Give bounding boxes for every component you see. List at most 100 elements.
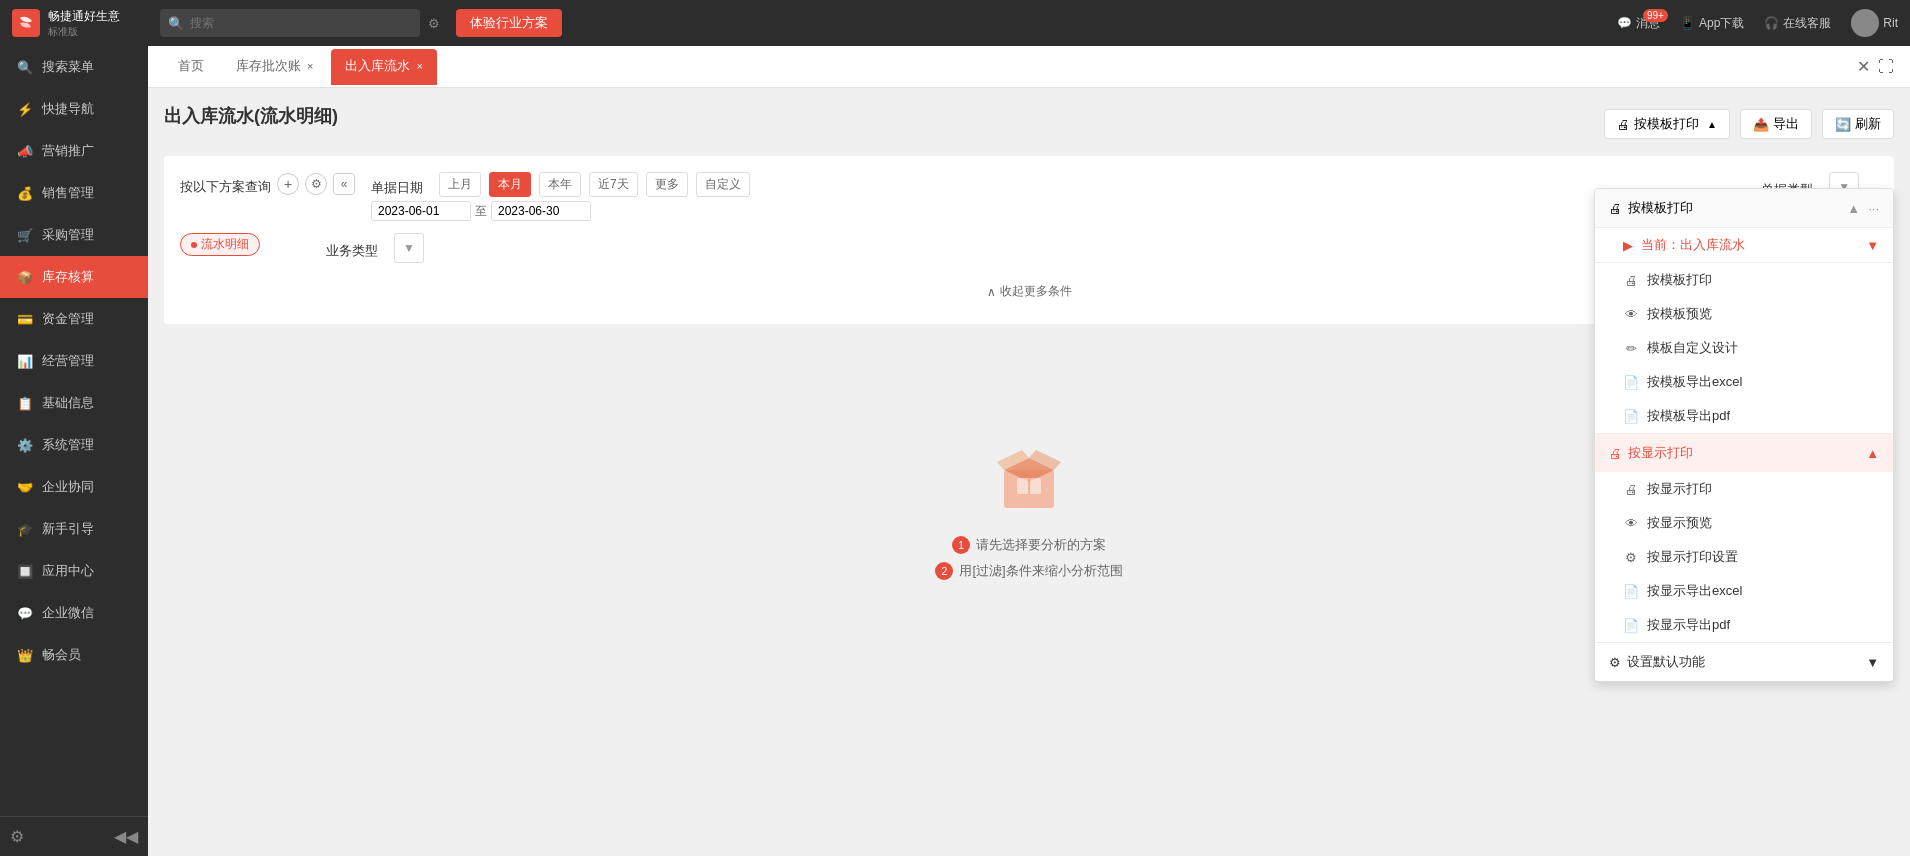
date-btn-custom[interactable]: 自定义 [696, 172, 750, 197]
marketing-icon: 📣 [16, 142, 34, 160]
template-pdf-label: 按模板导出pdf [1647, 407, 1730, 425]
sidebar-item-guide[interactable]: 🎓 新手引导 [0, 508, 148, 550]
logo-text-block: 畅捷通好生意 标准版 [48, 8, 120, 39]
sidebar-item-search[interactable]: 🔍 搜索菜单 [0, 46, 148, 88]
print-icon: 🖨 [1617, 117, 1630, 132]
filter-collapse-btn[interactable]: « [333, 173, 355, 195]
date-btn-this-year[interactable]: 本年 [539, 172, 581, 197]
filter-setting-btn[interactable]: ⚙ [305, 173, 327, 195]
main-layout: 🔍 搜索菜单 ⚡ 快捷导航 📣 营销推广 💰 销售管理 🛒 采购管理 📦 库存核… [0, 46, 1910, 856]
empty-icon [989, 440, 1069, 520]
footer-gear-icon: ⚙ [1609, 655, 1621, 670]
dropdown-template-preview[interactable]: 👁 按模板预览 [1595, 297, 1893, 331]
sidebar-item-inventory[interactable]: 📦 库存核算 [0, 256, 148, 298]
biz-type-select[interactable]: ▼ [394, 233, 424, 263]
sidebar-label-basic: 基础信息 [42, 394, 94, 412]
tag-label-text: 流水明细 [201, 236, 249, 253]
sidebar-item-finance[interactable]: 💳 资金管理 [0, 298, 148, 340]
dropdown-display-excel[interactable]: 📄 按显示导出excel [1595, 574, 1893, 608]
dropdown-section1: 🖨 按模板打印 👁 按模板预览 ✏ 模板自定义设计 📄 按模板导出excel [1595, 263, 1893, 434]
dropdown-display-settings[interactable]: ⚙ 按显示打印设置 [1595, 540, 1893, 574]
wechat-icon: 💬 [16, 604, 34, 622]
trial-btn[interactable]: 体验行业方案 [456, 9, 562, 37]
dropdown-title: 按模板打印 [1628, 199, 1693, 217]
dropdown-template-excel[interactable]: 📄 按模板导出excel [1595, 365, 1893, 399]
dropdown-template-print[interactable]: 🖨 按模板打印 [1595, 263, 1893, 297]
app-download-btn[interactable]: 📱 App下载 [1680, 15, 1744, 32]
tab-close-all-icon[interactable]: ✕ [1857, 57, 1870, 76]
tab-batch[interactable]: 库存批次账 × [222, 49, 327, 85]
page-header-row: 出入库流水(流水明细) 🖨 按模板打印 ▲ 📤 导出 🔄 刷新 [164, 104, 1894, 144]
sidebar-item-enterprise[interactable]: 🤝 企业协同 [0, 466, 148, 508]
search-icon: 🔍 [168, 16, 184, 31]
sidebar-bottom: ⚙ ◀◀ [0, 816, 148, 856]
header-search-box[interactable]: 🔍 [160, 9, 420, 37]
dropdown-display-print[interactable]: 🖨 按显示打印 [1595, 472, 1893, 506]
refresh-icon: 🔄 [1835, 117, 1851, 132]
sidebar-item-basic[interactable]: 📋 基础信息 [0, 382, 148, 424]
template-custom-icon: ✏ [1623, 340, 1639, 356]
collapse-sidebar-icon[interactable]: ◀◀ [114, 827, 138, 846]
tab-flow[interactable]: 出入库流水 × [331, 49, 436, 85]
section2-title: 按显示打印 [1628, 444, 1693, 462]
date-from-input[interactable] [371, 201, 471, 221]
sidebar-item-purchase[interactable]: 🛒 采购管理 [0, 214, 148, 256]
dropdown-template-custom[interactable]: ✏ 模板自定义设计 [1595, 331, 1893, 365]
date-btn-7days[interactable]: 近7天 [589, 172, 638, 197]
dropdown-section2-header[interactable]: 🖨 按显示打印 ▲ [1595, 434, 1893, 472]
sidebar-item-marketing[interactable]: 📣 营销推广 [0, 130, 148, 172]
dropdown-three-dots[interactable]: ··· [1868, 201, 1879, 216]
sidebar-item-operations[interactable]: 📊 经营管理 [0, 340, 148, 382]
dropdown-footer[interactable]: ⚙ 设置默认功能 ▼ [1595, 643, 1893, 681]
app-name: 畅捷通好生意 [48, 8, 120, 25]
sidebar-label-sales: 销售管理 [42, 184, 94, 202]
search-icon: 🔍 [16, 58, 34, 76]
template-preview-icon: 👁 [1623, 306, 1639, 322]
dropdown-template-pdf[interactable]: 📄 按模板导出pdf [1595, 399, 1893, 433]
display-excel-label: 按显示导出excel [1647, 582, 1742, 600]
biz-type-label: 业务类型 [326, 236, 386, 260]
date-btn-last-month[interactable]: 上月 [439, 172, 481, 197]
sidebar-item-system[interactable]: ⚙️ 系统管理 [0, 424, 148, 466]
filter-controls: 按以下方案查询 + ⚙ « [180, 172, 355, 196]
tag-dot [191, 242, 197, 248]
refresh-btn[interactable]: 🔄 刷新 [1822, 109, 1894, 139]
online-service-btn[interactable]: 🎧 在线客服 [1764, 15, 1831, 32]
dropdown-header-icons: ▲ ··· [1847, 201, 1879, 216]
sidebar-item-apps[interactable]: 🔲 应用中心 [0, 550, 148, 592]
date-btn-more[interactable]: 更多 [646, 172, 688, 197]
tab-batch-label: 库存批次账 [236, 57, 301, 75]
tab-flow-close[interactable]: × [416, 60, 422, 72]
tab-maximize-icon[interactable]: ⛶ [1878, 58, 1894, 76]
dropdown-display-pdf[interactable]: 📄 按显示导出pdf [1595, 608, 1893, 642]
sidebar-item-vip[interactable]: 👑 畅会员 [0, 634, 148, 676]
export-btn[interactable]: 📤 导出 [1740, 109, 1812, 139]
chevron-up-icon: ▲ [1707, 119, 1717, 130]
header-search-input[interactable] [190, 16, 412, 30]
print-header-icon: 🖨 [1609, 201, 1622, 216]
app-version: 标准版 [48, 25, 120, 39]
message-btn[interactable]: 💬 消息 99+ [1617, 15, 1660, 32]
sidebar-item-wechat[interactable]: 💬 企业微信 [0, 592, 148, 634]
dropdown-current-item[interactable]: ▶ 当前：出入库流水 ▼ [1595, 228, 1893, 262]
display-pdf-label: 按显示导出pdf [1647, 616, 1730, 634]
settings-bottom-icon[interactable]: ⚙ [10, 827, 24, 846]
date-to-input[interactable] [491, 201, 591, 221]
sidebar-item-sales[interactable]: 💰 销售管理 [0, 172, 148, 214]
tab-batch-close[interactable]: × [307, 60, 313, 72]
sidebar-item-quick-nav[interactable]: ⚡ 快捷导航 [0, 88, 148, 130]
sidebar-label-vip: 畅会员 [42, 646, 81, 664]
dropdown-chevron-up[interactable]: ▲ [1847, 201, 1860, 216]
purchase-icon: 🛒 [16, 226, 34, 244]
dropdown-display-preview[interactable]: 👁 按显示预览 [1595, 506, 1893, 540]
filter-add-btn[interactable]: + [277, 173, 299, 195]
template-print-label: 按模板打印 [1647, 271, 1712, 289]
sidebar-label-inventory: 库存核算 [42, 268, 94, 286]
print-dropdown-btn[interactable]: 🖨 按模板打印 ▲ [1604, 109, 1730, 139]
user-avatar-btn[interactable]: Rit [1851, 9, 1898, 37]
date-btn-this-month[interactable]: 本月 [489, 172, 531, 197]
username: Rit [1883, 16, 1898, 30]
tab-home[interactable]: 首页 [164, 49, 218, 85]
gear-icon[interactable]: ⚙ [428, 16, 440, 31]
tab-bar-actions: ✕ ⛶ [1857, 57, 1894, 76]
